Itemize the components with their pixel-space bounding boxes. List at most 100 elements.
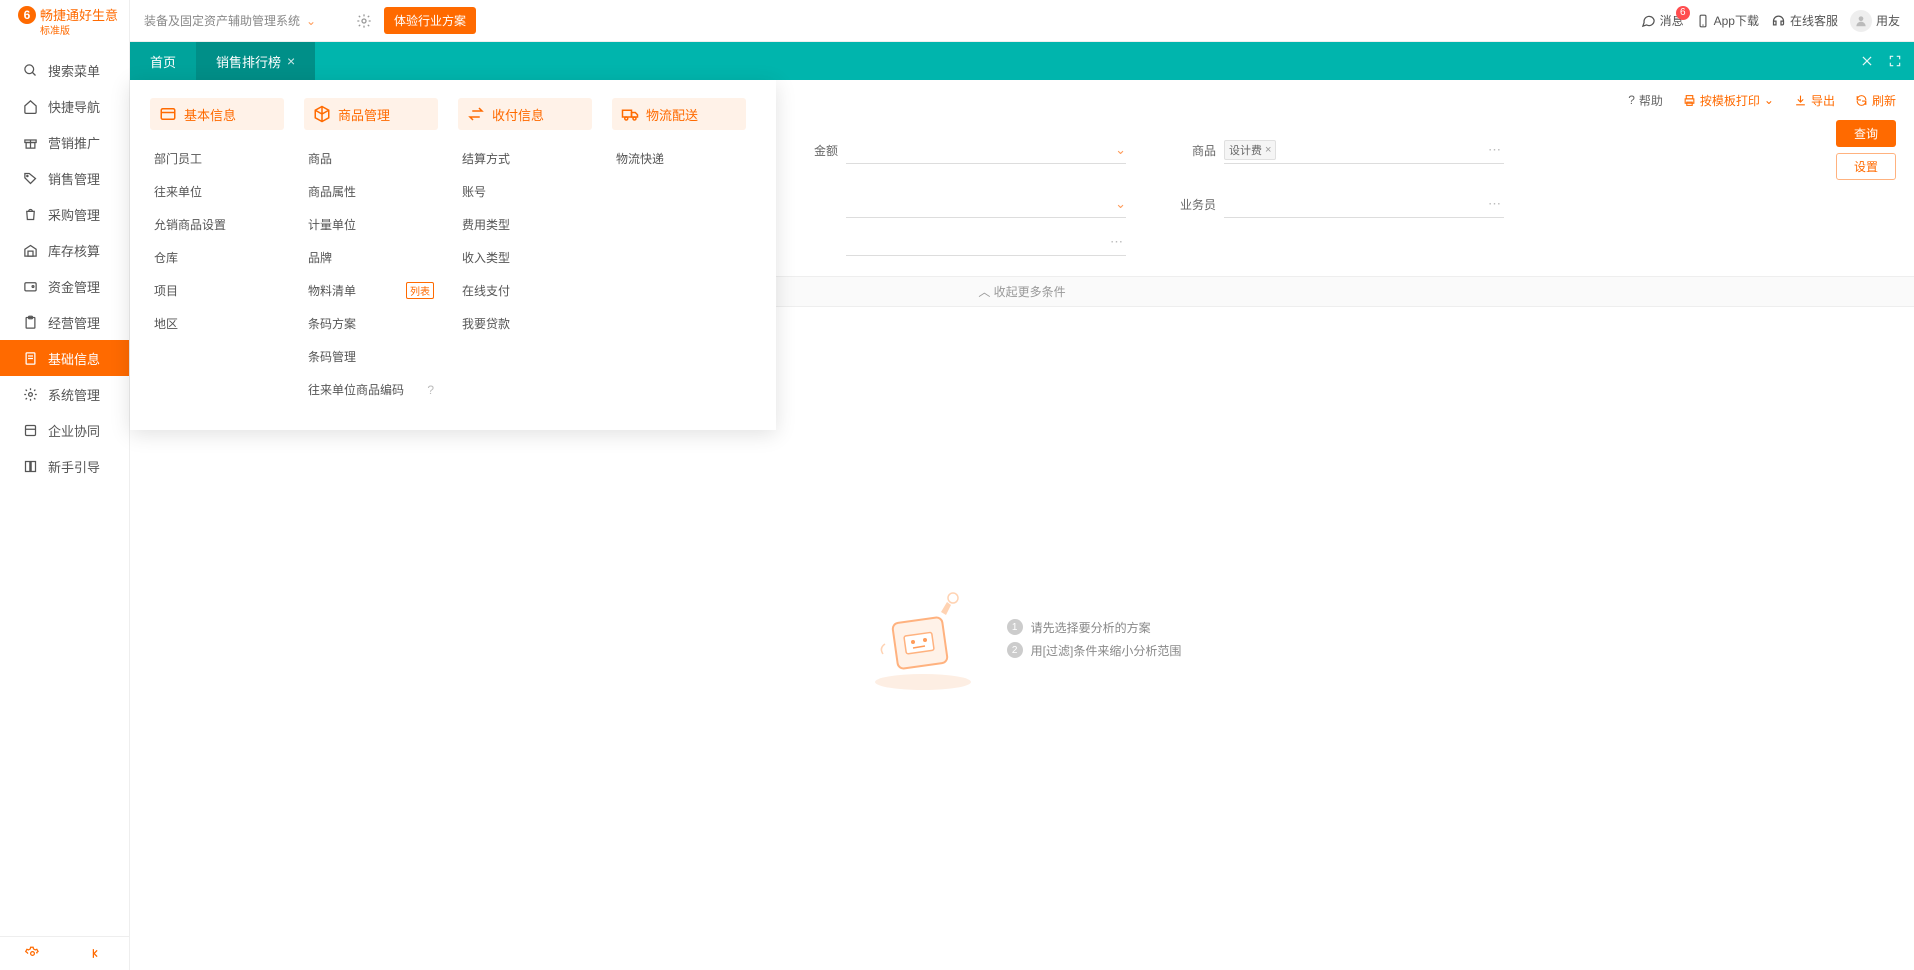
print-label: 按模板打印 — [1700, 92, 1760, 109]
system-settings-icon[interactable] — [356, 13, 372, 29]
bag-icon — [22, 206, 38, 222]
nav-purchase[interactable]: 采购管理 — [0, 196, 129, 232]
nav-label: 营销推广 — [48, 133, 100, 152]
mega-col-basic: 基本信息 部门员工 往来单位 允销商品设置 仓库 项目 地区 — [140, 98, 294, 406]
salesperson-input[interactable]: ⋯ — [1224, 190, 1504, 218]
nav-label: 资金管理 — [48, 277, 100, 296]
mega-head-label: 商品管理 — [338, 105, 390, 124]
mega-item-staff[interactable]: 部门员工 — [150, 142, 284, 175]
more-icon[interactable]: ⋯ — [1488, 196, 1502, 212]
experience-button[interactable]: 体验行业方案 — [384, 7, 476, 34]
doc-icon — [22, 350, 38, 366]
list-tag: 列表 — [406, 282, 434, 299]
help-icon: ? — [1628, 93, 1635, 107]
settings-button[interactable]: 设置 — [1836, 153, 1896, 180]
nav-operation[interactable]: 经营管理 — [0, 304, 129, 340]
mega-item-partner[interactable]: 往来单位 — [150, 175, 284, 208]
box-icon — [22, 422, 38, 438]
nav-label: 库存核算 — [48, 241, 100, 260]
topbar: 装备及固定资产辅助管理系统 ⌄ 体验行业方案 消息 6 App下载 在线客服 用 — [130, 0, 1914, 42]
export-link[interactable]: 导出 — [1794, 92, 1835, 109]
nav-guide[interactable]: 新手引导 — [0, 448, 129, 484]
filter-input-2[interactable]: ⌄ — [846, 190, 1126, 218]
blank-label — [788, 235, 838, 249]
mega-item-region[interactable]: 地区 — [150, 307, 284, 340]
mega-item-loan[interactable]: 我要贷款 — [458, 307, 592, 340]
mega-item-unit[interactable]: 计量单位 — [304, 208, 438, 241]
filter-input-3[interactable]: ⋯ — [846, 228, 1126, 256]
mega-item-partner-code[interactable]: 往来单位商品编码? — [304, 373, 438, 406]
mega-item-brand[interactable]: 品牌 — [304, 241, 438, 274]
mega-item-expense-type[interactable]: 费用类型 — [458, 208, 592, 241]
chevron-down-icon: ⌄ — [1764, 93, 1774, 107]
user-label: 用友 — [1876, 12, 1900, 29]
mega-item-settlement[interactable]: 结算方式 — [458, 142, 592, 175]
gift-icon — [22, 134, 38, 150]
mega-item-express[interactable]: 物流快递 — [612, 142, 746, 175]
nav-inventory[interactable]: 库存核算 — [0, 232, 129, 268]
mega-col-logistics: 物流配送 物流快递 — [602, 98, 756, 406]
avatar-icon — [1850, 10, 1872, 32]
tag-remove-icon[interactable]: × — [1265, 144, 1271, 156]
mega-item-online-pay[interactable]: 在线支付 — [458, 274, 592, 307]
message-button[interactable]: 消息 6 — [1641, 12, 1684, 29]
mega-item-attr[interactable]: 商品属性 — [304, 175, 438, 208]
tab-sales-ranking[interactable]: 销售排行榜 × — [196, 42, 315, 80]
nav-funds[interactable]: 资金管理 — [0, 268, 129, 304]
nav-quick[interactable]: 快捷导航 — [0, 88, 129, 124]
refresh-link[interactable]: 刷新 — [1855, 92, 1896, 109]
amount-input[interactable]: ⌄ — [846, 136, 1126, 164]
collapse-icon[interactable] — [89, 946, 104, 961]
mega-item-allow-sale[interactable]: 允销商品设置 — [150, 208, 284, 241]
nav-label: 新手引导 — [48, 457, 100, 476]
nav-label: 销售管理 — [48, 169, 100, 188]
chevron-down-icon: ⌄ — [1115, 196, 1126, 212]
refresh-label: 刷新 — [1872, 92, 1896, 109]
message-icon — [1641, 13, 1656, 28]
chevron-down-icon: ⌄ — [1115, 142, 1126, 158]
mega-col-product: 商品管理 商品 商品属性 计量单位 品牌 物料清单列表 条码方案 条码管理 往来… — [294, 98, 448, 406]
tabbar: 首页 销售排行榜 × — [130, 42, 1914, 80]
nav-sales[interactable]: 销售管理 — [0, 160, 129, 196]
wallet-icon — [22, 278, 38, 294]
more-icon[interactable]: ⋯ — [1488, 142, 1502, 158]
help-link[interactable]: ?帮助 — [1628, 92, 1663, 109]
app-download-button[interactable]: App下载 — [1696, 12, 1759, 29]
help-icon: ? — [427, 383, 434, 397]
product-input[interactable]: 设计费× ⋯ — [1224, 136, 1504, 164]
headset-icon — [1771, 13, 1786, 28]
user-menu[interactable]: 用友 — [1850, 10, 1900, 32]
mega-item-income-type[interactable]: 收入类型 — [458, 241, 592, 274]
nav-system[interactable]: 系统管理 — [0, 376, 129, 412]
product-label: 商品 — [1166, 142, 1216, 159]
print-link[interactable]: 按模板打印 ⌄ — [1683, 92, 1774, 109]
nav-search[interactable]: 搜索菜单 — [0, 52, 129, 88]
nav-collab[interactable]: 企业协同 — [0, 412, 129, 448]
tab-home[interactable]: 首页 — [130, 42, 196, 80]
online-service-button[interactable]: 在线客服 — [1771, 12, 1838, 29]
mega-item-project[interactable]: 项目 — [150, 274, 284, 307]
mega-item-account[interactable]: 账号 — [458, 175, 592, 208]
message-badge: 6 — [1676, 6, 1690, 20]
mega-item-bom[interactable]: 物料清单列表 — [304, 274, 438, 307]
mega-item-barcode-scheme[interactable]: 条码方案 — [304, 307, 438, 340]
download-label: App下载 — [1714, 12, 1759, 29]
nav-label: 基础信息 — [48, 349, 100, 368]
mega-item-barcode-mgmt[interactable]: 条码管理 — [304, 340, 438, 373]
amount-label: 金额 — [788, 142, 838, 159]
nav-basic-info[interactable]: 基础信息 — [0, 340, 129, 376]
tab-close-all-icon[interactable] — [1860, 54, 1874, 68]
step-text: 用[过滤]条件来缩小分析范围 — [1031, 642, 1182, 659]
mega-item-warehouse[interactable]: 仓库 — [150, 241, 284, 274]
fullscreen-icon[interactable] — [1888, 54, 1902, 68]
gear-icon — [22, 386, 38, 402]
close-icon[interactable]: × — [287, 53, 295, 69]
settings-icon[interactable] — [25, 946, 40, 961]
more-icon[interactable]: ⋯ — [1110, 234, 1124, 250]
step-number: 1 — [1007, 619, 1023, 635]
search-icon — [22, 62, 38, 78]
system-selector[interactable]: 装备及固定资产辅助管理系统 ⌄ — [144, 12, 344, 29]
query-button[interactable]: 查询 — [1836, 120, 1896, 147]
nav-marketing[interactable]: 营销推广 — [0, 124, 129, 160]
mega-item-product[interactable]: 商品 — [304, 142, 438, 175]
